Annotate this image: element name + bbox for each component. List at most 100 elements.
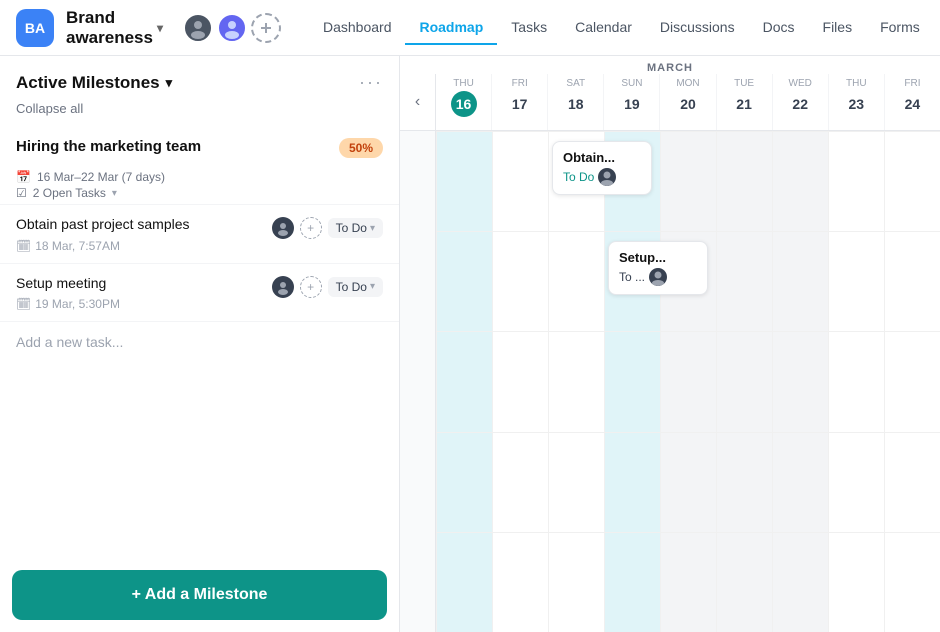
tab-tasks[interactable]: Tasks <box>497 11 561 45</box>
tab-discussions[interactable]: Discussions <box>646 11 749 45</box>
date-range-row: 📅 16 Mar–22 Mar (7 days) <box>16 170 383 184</box>
day-num: 16 <box>451 91 477 117</box>
task-status-badge-2[interactable]: To Do ▾ <box>328 277 383 297</box>
cal-cell <box>604 432 660 532</box>
topbar: BA Brand awareness ▾ Dashboard Roadmap T… <box>0 0 940 56</box>
calendar-icon: 📅 <box>16 170 31 184</box>
panel-more-button[interactable]: ··· <box>359 72 383 93</box>
clock-icon: 🗓 <box>16 297 31 311</box>
task-avatar-2 <box>272 276 294 298</box>
add-task-button[interactable]: Add a new task... <box>0 321 399 362</box>
day-name: FRI <box>904 78 920 89</box>
day-num: 21 <box>731 91 757 117</box>
tab-calendar[interactable]: Calendar <box>561 11 646 45</box>
milestone-header: Hiring the marketing team 50% <box>0 128 399 168</box>
panel-header: Active Milestones ▾ ··· <box>0 56 399 101</box>
cal-cell <box>884 532 940 632</box>
day-name: FRI <box>512 78 528 89</box>
open-tasks-row: ☑ 2 Open Tasks ▾ <box>16 186 383 200</box>
day-num: 23 <box>843 91 869 117</box>
day-col-19: SUN19 <box>603 74 659 130</box>
progress-badge: 50% <box>339 138 383 158</box>
open-tasks-chevron-icon: ▾ <box>112 188 117 199</box>
cal-cell <box>660 131 716 231</box>
tab-docs[interactable]: Docs <box>749 11 809 45</box>
cal-cell <box>716 432 772 532</box>
tab-roadmap[interactable]: Roadmap <box>405 11 497 45</box>
cal-card-status: To Do <box>563 168 641 186</box>
day-col-20: MON20 <box>659 74 715 130</box>
cal-cell <box>716 331 772 431</box>
cal-cell <box>884 432 940 532</box>
day-columns: THU16FRI17SAT18SUN19MON20TUE21WED22THU23… <box>436 74 940 130</box>
days-header: ‹ THU16FRI17SAT18SUN19MON20TUE21WED22THU… <box>400 74 940 130</box>
tab-files[interactable]: Files <box>809 11 867 45</box>
cal-cell <box>772 532 828 632</box>
task-time: 🗓 19 Mar, 5:30PM <box>16 297 264 311</box>
cal-cell <box>436 432 492 532</box>
day-name: THU <box>846 78 867 89</box>
cal-cell <box>716 131 772 231</box>
cal-cell <box>492 432 548 532</box>
calendar-header: MARCH ‹ THU16FRI17SAT18SUN19MON20TUE21WE… <box>400 56 940 131</box>
panel-title: Active Milestones ▾ <box>16 73 172 93</box>
cal-cell <box>772 231 828 331</box>
cal-cell <box>828 231 884 331</box>
project-title[interactable]: Brand awareness ▾ <box>66 8 163 48</box>
status-chevron-icon-2: ▾ <box>370 281 375 292</box>
day-col-18: SAT18 <box>547 74 603 130</box>
tab-dashboard[interactable]: Dashboard <box>309 11 406 45</box>
cal-cell <box>548 331 604 431</box>
cal-card-obtain[interactable]: Obtain... To Do <box>552 141 652 195</box>
tasks-icon: ☑ <box>16 186 27 200</box>
task-time: 🗓 18 Mar, 7:57AM <box>16 239 264 253</box>
day-col-16: THU 16 <box>436 74 491 130</box>
cal-cell <box>492 231 548 331</box>
add-member-button[interactable] <box>251 13 281 43</box>
task-row: Setup meeting 🗓 19 Mar, 5:30PM + To Do ▾ <box>0 263 399 322</box>
task-row: Obtain past project samples 🗓 18 Mar, 7:… <box>0 204 399 263</box>
cal-cell <box>716 532 772 632</box>
day-col-24: FRI24 <box>884 74 940 130</box>
cal-cell <box>660 331 716 431</box>
day-name: MON <box>676 78 699 89</box>
cal-cell <box>660 532 716 632</box>
cal-left-strip <box>400 131 436 632</box>
cal-cell <box>884 331 940 431</box>
task-right: + To Do ▾ <box>272 276 383 298</box>
section-chevron-icon: ▾ <box>166 75 173 91</box>
avatar-group <box>183 13 281 43</box>
clock-icon: 🗓 <box>16 239 31 253</box>
add-milestone-button[interactable]: + Add a Milestone <box>12 570 387 620</box>
cal-cell <box>772 432 828 532</box>
app-icon: BA <box>16 9 54 47</box>
collapse-all-button[interactable]: Collapse all <box>0 101 399 128</box>
cal-cell <box>548 231 604 331</box>
task-right: + To Do ▾ <box>272 217 383 239</box>
cal-card-title: Obtain... <box>563 150 641 165</box>
month-label: MARCH <box>400 56 940 74</box>
nav-more-button[interactable]: ··· <box>934 9 940 46</box>
cal-cell <box>884 131 940 231</box>
tab-forms[interactable]: Forms <box>866 11 934 45</box>
status-chevron-icon: ▾ <box>370 223 375 234</box>
milestone-block: Hiring the marketing team 50% 📅 16 Mar–2… <box>0 128 399 558</box>
cal-cell <box>436 231 492 331</box>
cal-prev-button[interactable]: ‹ <box>400 74 436 130</box>
avatar-2 <box>217 13 247 43</box>
task-status-badge-1[interactable]: To Do ▾ <box>328 218 383 238</box>
cal-card-title: Setup... <box>619 250 697 265</box>
cal-cell <box>828 432 884 532</box>
day-name: SUN <box>621 78 642 89</box>
task-add-assignee-button[interactable]: + <box>300 217 322 239</box>
cal-card-setup[interactable]: Setup... To ... <box>608 241 708 295</box>
cal-cell <box>492 331 548 431</box>
cal-cell <box>436 331 492 431</box>
task-add-assignee-button[interactable]: + <box>300 276 322 298</box>
day-col-21: TUE 21 <box>716 74 772 130</box>
day-name: THU <box>453 78 474 89</box>
left-panel: Active Milestones ▾ ··· Collapse all Hir… <box>0 56 400 632</box>
cal-card-status: To ... <box>619 268 697 286</box>
task-avatar-1 <box>272 217 294 239</box>
day-name: TUE <box>734 78 754 89</box>
